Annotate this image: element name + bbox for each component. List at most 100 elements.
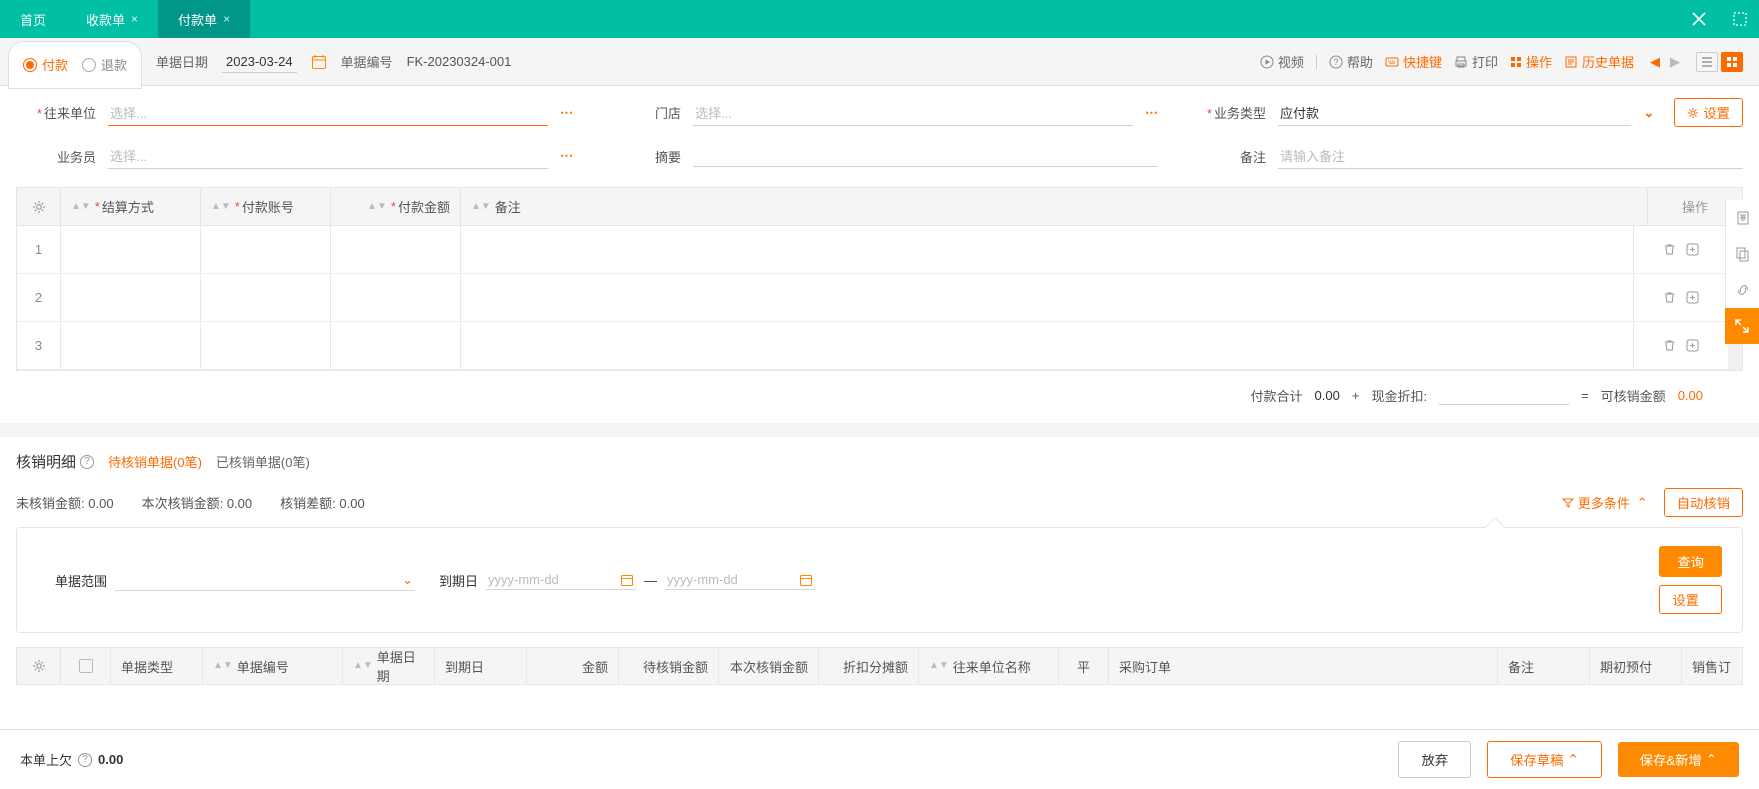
field-partner: *往来单位 选择... ⋯	[16, 98, 573, 127]
top-tab-bar: 首页 收款单× 付款单×	[0, 0, 1759, 38]
sort-icon[interactable]: ▲▼	[353, 663, 373, 669]
trash-icon[interactable]	[1663, 339, 1676, 352]
add-icon[interactable]	[1686, 243, 1699, 256]
query-button[interactable]: 查询	[1659, 546, 1722, 577]
number-value: FK-20230324-001	[407, 54, 512, 69]
settings-button[interactable]: 设置	[1674, 98, 1743, 127]
col-this[interactable]: 本次核销金额	[730, 657, 808, 676]
chevron-down-icon[interactable]: ⌄	[1637, 105, 1654, 121]
gear-icon[interactable]	[17, 648, 61, 684]
tab-done-verify[interactable]: 已核销单据(0笔)	[216, 452, 310, 471]
add-icon[interactable]	[1686, 339, 1699, 352]
table-row[interactable]: 2	[17, 274, 1728, 322]
sort-icon[interactable]: ▲▼	[211, 204, 231, 210]
store-select[interactable]: 选择...	[693, 100, 1133, 126]
col-settlement[interactable]: 结算方式	[102, 197, 154, 216]
more-conditions-toggle[interactable]: 更多条件⌃	[1562, 493, 1648, 512]
sort-icon[interactable]: ▲▼	[471, 204, 491, 210]
shortcut-link[interactable]: 快捷键	[1385, 52, 1442, 71]
select-all-checkbox[interactable]	[79, 659, 93, 673]
col-remark2[interactable]: 备注	[1508, 657, 1534, 676]
tab-home[interactable]: 首页	[0, 0, 66, 38]
trash-icon[interactable]	[1663, 291, 1676, 304]
tab-pending-verify[interactable]: 待核销单据(0笔)	[108, 452, 202, 471]
help-link[interactable]: ?帮助	[1329, 52, 1373, 71]
help-icon[interactable]: ?	[80, 455, 94, 469]
col-pre[interactable]: 期初预付	[1600, 657, 1652, 676]
owe-label: 本单上欠	[20, 750, 72, 769]
col-po[interactable]: 采购订单	[1119, 657, 1171, 676]
window-close-button[interactable]	[1677, 0, 1721, 38]
prev-record-button[interactable]: ◀	[1646, 52, 1664, 72]
radio-refund[interactable]: 退款	[82, 55, 127, 74]
col-payamt[interactable]: 付款金额	[398, 197, 450, 216]
summary-input[interactable]	[693, 145, 1158, 167]
due-date-from[interactable]: yyyy-mm-dd	[486, 570, 636, 590]
radio-pay[interactable]: 付款	[23, 55, 68, 74]
window-maximize-button[interactable]	[1721, 0, 1759, 38]
tab-payment[interactable]: 付款单×	[158, 0, 250, 38]
col-partner[interactable]: 往来单位名称	[953, 657, 1031, 676]
this-verify-amount: 本次核销金额: 0.00	[142, 493, 253, 512]
right-mini-sidebar: 草	[1725, 200, 1759, 344]
sidebar-link-icon[interactable]	[1725, 272, 1759, 308]
sidebar-copy-icon[interactable]	[1725, 236, 1759, 272]
ellipsis-icon[interactable]: ⋯	[554, 148, 573, 164]
col-date[interactable]: 单据日期	[377, 647, 424, 685]
col-remark[interactable]: 备注	[495, 197, 521, 216]
number-label: 单据编号	[341, 52, 393, 71]
col-amt[interactable]: 金额	[582, 657, 608, 676]
sort-icon[interactable]: ▲▼	[213, 663, 233, 669]
col-type[interactable]: 单据类型	[121, 657, 173, 676]
remark-input[interactable]: 请输入备注	[1278, 143, 1743, 169]
save-and-new-button[interactable]: 保存&新增⌃	[1618, 742, 1739, 777]
col-due[interactable]: 到期日	[445, 657, 484, 676]
view-mode-list[interactable]	[1696, 52, 1718, 72]
date-value[interactable]: 2023-03-24	[222, 51, 297, 73]
print-link[interactable]: 打印	[1454, 52, 1498, 71]
close-icon[interactable]: ×	[131, 12, 138, 26]
sidebar-draft-icon[interactable]: 草	[1725, 200, 1759, 236]
filter-settings-button[interactable]: 设置	[1659, 585, 1722, 614]
help-icon[interactable]: ?	[78, 753, 92, 767]
cash-discount-input[interactable]	[1439, 385, 1569, 405]
calendar-icon[interactable]	[311, 54, 327, 70]
col-pending[interactable]: 待核销金额	[643, 657, 708, 676]
video-link[interactable]: 视频	[1260, 52, 1304, 71]
col-flat[interactable]: 平	[1077, 657, 1090, 676]
tab-receipt[interactable]: 收款单×	[66, 0, 158, 38]
ellipsis-icon[interactable]: ⋯	[554, 105, 573, 121]
gear-icon[interactable]	[17, 188, 61, 225]
trash-icon[interactable]	[1663, 243, 1676, 256]
history-link[interactable]: 历史单据	[1564, 52, 1634, 71]
sort-icon[interactable]: ▲▼	[367, 204, 387, 210]
sort-icon[interactable]: ▲▼	[71, 204, 91, 210]
col-sale[interactable]: 销售订	[1692, 657, 1731, 676]
save-draft-button[interactable]: 保存草稿⌃	[1487, 741, 1601, 778]
view-mode-card[interactable]	[1721, 52, 1743, 72]
sort-icon[interactable]: ▲▼	[929, 663, 949, 669]
close-icon[interactable]: ×	[223, 12, 230, 26]
chevron-down-icon: ⌄	[402, 572, 413, 588]
svg-text:草: 草	[1739, 215, 1745, 223]
scope-select[interactable]: ⌄	[115, 570, 415, 591]
add-icon[interactable]	[1686, 291, 1699, 304]
discard-button[interactable]: 放弃	[1398, 741, 1471, 778]
verify-filter-box: 单据范围 ⌄ 到期日 yyyy-mm-dd — yyyy-mm-dd 查询 设置	[16, 527, 1743, 633]
sidebar-expand-icon[interactable]	[1725, 308, 1759, 344]
payment-table: ▲▼*结算方式 ▲▼*付款账号 ▲▼*付款金额 ▲▼备注 操作 1 2 3	[16, 187, 1743, 371]
table-row[interactable]: 1	[17, 226, 1728, 274]
next-record-button[interactable]: ▶	[1666, 52, 1684, 72]
col-payacct[interactable]: 付款账号	[242, 197, 294, 216]
partner-select[interactable]: 选择...	[108, 100, 548, 126]
biztype-select[interactable]: 应付款	[1278, 100, 1631, 126]
chevron-up-icon: ⌃	[1706, 752, 1717, 768]
salesman-select[interactable]: 选择...	[108, 143, 548, 169]
table-row[interactable]: 3	[17, 322, 1728, 370]
ellipsis-icon[interactable]: ⋯	[1139, 105, 1158, 121]
col-disc[interactable]: 折扣分摊额	[843, 657, 908, 676]
operate-link[interactable]: 操作	[1510, 52, 1552, 71]
col-no[interactable]: 单据编号	[237, 657, 289, 676]
auto-verify-button[interactable]: 自动核销	[1664, 488, 1743, 517]
due-date-to[interactable]: yyyy-mm-dd	[665, 570, 815, 590]
